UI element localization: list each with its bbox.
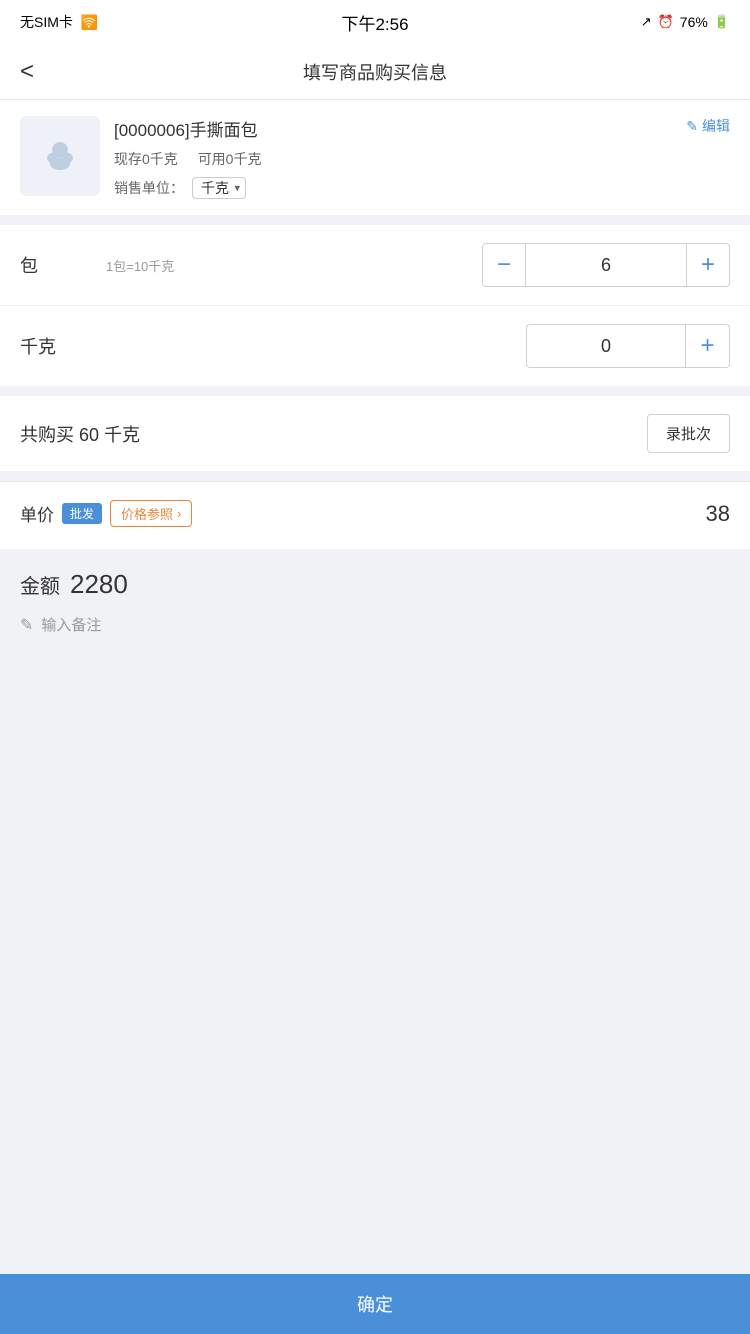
edit-icon: ✎	[686, 118, 698, 135]
alarm-icon: ⏰	[658, 14, 674, 30]
product-stock: 现存0千克 可用0千克	[114, 149, 730, 169]
confirm-label: 确定	[357, 1291, 393, 1317]
battery-icon: 🔋	[714, 14, 730, 30]
edit-button[interactable]: ✎ 编辑	[686, 116, 730, 136]
quantity-sublabel-bao: 1包=10千克	[106, 256, 174, 275]
unit-select[interactable]: 千克 包	[192, 177, 246, 199]
price-section: 单价 批发 价格参照 › 38	[0, 481, 750, 549]
note-row[interactable]: ✎ 输入备注	[20, 614, 730, 635]
quantity-input-bao[interactable]	[526, 243, 686, 287]
amount-label: 金额	[20, 570, 60, 599]
unit-label: 销售单位：	[114, 178, 184, 198]
stock-label: 现存0千克	[114, 151, 178, 167]
increment-bao-button[interactable]: +	[686, 243, 730, 287]
quantity-controls-bao: − +	[482, 243, 730, 287]
quantity-input-kg[interactable]	[526, 324, 686, 368]
wifi-icon: 🛜	[81, 14, 98, 31]
quantity-label-bao: 包	[20, 252, 100, 278]
price-row: 单价 批发 价格参照 › 38	[20, 500, 730, 527]
nav-bar: < 填写商品购买信息	[0, 44, 750, 100]
page-title: 填写商品购买信息	[303, 59, 447, 85]
confirm-button[interactable]: 确定	[0, 1274, 750, 1334]
status-time: 下午2:56	[341, 10, 408, 35]
decrement-bao-button[interactable]: −	[482, 243, 526, 287]
quantity-row-bao: 包 1包=10千克 − +	[0, 225, 750, 306]
status-left: 无SIM卡 🛜	[20, 12, 98, 32]
product-card: [0000006]手撕面包 ✎ 编辑 现存0千克 可用0千克 销售单位： 千克 …	[0, 100, 750, 215]
carrier-label: 无SIM卡	[20, 12, 73, 32]
unit-select-wrapper[interactable]: 千克 包	[192, 177, 246, 199]
amount-section: 金额 2280 ✎ 输入备注	[0, 549, 750, 1274]
product-unit-row: 销售单位： 千克 包	[114, 177, 730, 199]
quantity-controls-kg: +	[526, 324, 730, 368]
price-ref-arrow: ›	[177, 506, 181, 521]
amount-row: 金额 2280	[20, 569, 730, 600]
product-thumbnail-icon	[36, 132, 84, 180]
price-value: 38	[706, 501, 730, 527]
quantity-label-kg: 千克	[20, 333, 100, 359]
status-right: ↗ ⏰ 76% 🔋	[641, 14, 730, 30]
product-image	[20, 116, 100, 196]
edit-label: 编辑	[702, 116, 730, 136]
batch-button[interactable]: 录批次	[647, 414, 730, 453]
available-label: 可用0千克	[198, 151, 262, 167]
product-name: [0000006]手撕面包	[114, 116, 258, 141]
battery-label: 76%	[680, 14, 708, 30]
back-button[interactable]: <	[20, 58, 34, 86]
quantity-section: 包 1包=10千克 − + 千克 +	[0, 225, 750, 386]
increment-kg-button[interactable]: +	[686, 324, 730, 368]
location-icon: ↗	[641, 14, 652, 30]
price-tag: 批发	[62, 503, 102, 524]
summary-section: 共购买 60 千克 录批次	[0, 396, 750, 471]
product-info: [0000006]手撕面包 ✎ 编辑 现存0千克 可用0千克 销售单位： 千克 …	[114, 116, 730, 199]
note-icon: ✎	[20, 615, 33, 635]
price-ref-button[interactable]: 价格参照 ›	[110, 500, 192, 527]
note-placeholder: 输入备注	[41, 614, 101, 635]
price-label: 单价	[20, 501, 54, 526]
quantity-row-kg: 千克 +	[0, 306, 750, 386]
price-ref-label: 价格参照	[121, 504, 173, 523]
status-bar: 无SIM卡 🛜 下午2:56 ↗ ⏰ 76% 🔋	[0, 0, 750, 44]
summary-text: 共购买 60 千克	[20, 421, 140, 447]
amount-value: 2280	[70, 569, 128, 600]
